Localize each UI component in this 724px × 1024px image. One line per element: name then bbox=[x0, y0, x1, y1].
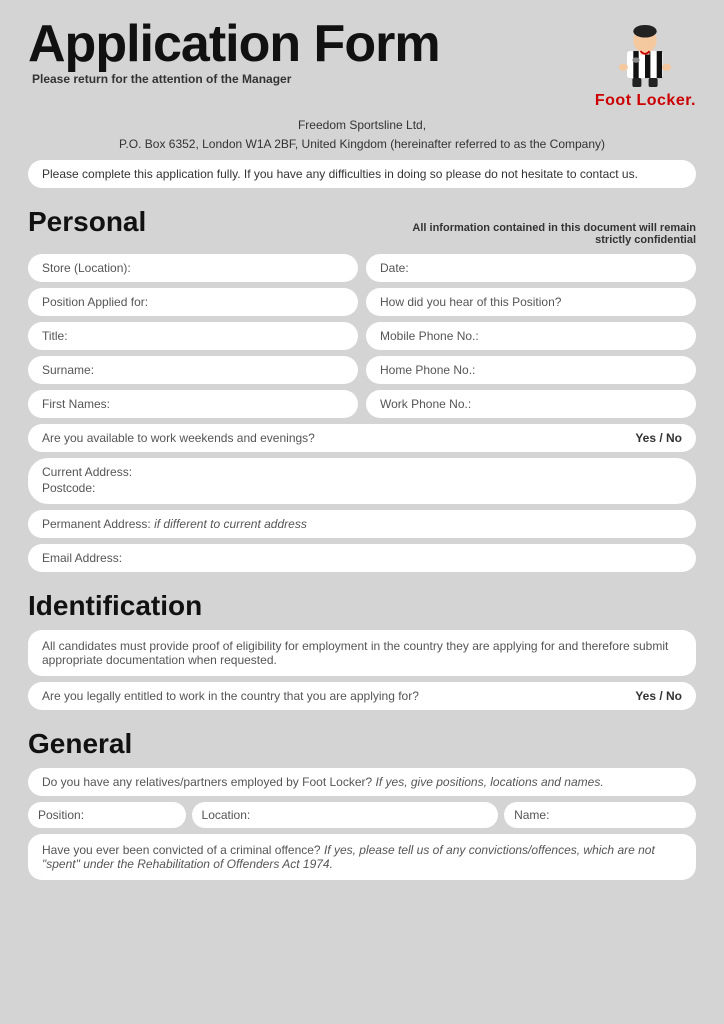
first-names-label: First Names: bbox=[42, 397, 110, 411]
surname-label: Surname: bbox=[42, 363, 94, 377]
legal-question: Are you legally entitled to work in the … bbox=[42, 689, 419, 703]
general-section: General Do you have any relatives/partne… bbox=[28, 728, 696, 880]
first-names-field[interactable]: First Names: bbox=[28, 390, 358, 418]
position-applied-label: Position Applied for: bbox=[42, 295, 148, 309]
identification-title: Identification bbox=[28, 590, 696, 622]
how-hear-label: How did you hear of this Position? bbox=[380, 295, 561, 309]
page: Application Form Please return for the a… bbox=[0, 0, 724, 1024]
foot-locker-logo-icon bbox=[609, 22, 681, 90]
header: Application Form Please return for the a… bbox=[28, 18, 696, 110]
firstname-workphone-row: First Names: Work Phone No.: bbox=[28, 390, 696, 418]
relatives-hint: If yes, give positions, locations and na… bbox=[376, 775, 604, 789]
surname-field[interactable]: Surname: bbox=[28, 356, 358, 384]
identification-section: Identification All candidates must provi… bbox=[28, 590, 696, 710]
email-label: Email Address: bbox=[42, 551, 122, 565]
pos-loc-name-row: Position: Location: Name: bbox=[28, 802, 696, 828]
home-phone-field[interactable]: Home Phone No.: bbox=[366, 356, 696, 384]
app-title: Application Form bbox=[28, 18, 440, 70]
header-left: Application Form Please return for the a… bbox=[28, 18, 440, 86]
weekends-yesno[interactable]: Yes / No bbox=[635, 431, 682, 445]
name-sub-label: Name: bbox=[514, 808, 549, 822]
position-hear-row: Position Applied for: How did you hear o… bbox=[28, 288, 696, 316]
position-sub-label: Position: bbox=[38, 808, 84, 822]
permanent-address-label: Permanent Address: bbox=[42, 517, 151, 531]
legal-yesno[interactable]: Yes / No bbox=[635, 689, 682, 703]
company-line1: Freedom Sportsline Ltd, bbox=[28, 116, 696, 135]
store-label: Store (Location): bbox=[42, 261, 131, 275]
logo-container: Foot Locker. bbox=[595, 22, 696, 110]
company-info: Freedom Sportsline Ltd, P.O. Box 6352, L… bbox=[28, 116, 696, 154]
conviction-question: Have you ever been convicted of a crimin… bbox=[42, 843, 321, 857]
home-phone-label: Home Phone No.: bbox=[380, 363, 475, 377]
location-sub-field[interactable]: Location: bbox=[192, 802, 499, 828]
work-phone-label: Work Phone No.: bbox=[380, 397, 471, 411]
store-field[interactable]: Store (Location): bbox=[28, 254, 358, 282]
permanent-address-hint: if different to current address bbox=[154, 517, 307, 531]
date-field[interactable]: Date: bbox=[366, 254, 696, 282]
legal-row[interactable]: Are you legally entitled to work in the … bbox=[28, 682, 696, 710]
store-date-row: Store (Location): Date: bbox=[28, 254, 696, 282]
relatives-field[interactable]: Do you have any relatives/partners emplo… bbox=[28, 768, 696, 796]
mobile-field[interactable]: Mobile Phone No.: bbox=[366, 322, 696, 350]
logo-text: Foot Locker. bbox=[595, 92, 696, 110]
personal-section-header: Personal All information contained in th… bbox=[28, 206, 696, 246]
surname-homephone-row: Surname: Home Phone No.: bbox=[28, 356, 696, 384]
weekends-question: Are you available to work weekends and e… bbox=[42, 431, 315, 445]
location-sub-label: Location: bbox=[202, 808, 251, 822]
personal-section: Personal All information contained in th… bbox=[28, 206, 696, 572]
personal-title: Personal bbox=[28, 206, 146, 238]
position-sub-field[interactable]: Position: bbox=[28, 802, 186, 828]
date-label: Date: bbox=[380, 261, 409, 275]
relatives-question: Do you have any relatives/partners emplo… bbox=[42, 775, 372, 789]
confidential-text: All information contained in this docume… bbox=[376, 222, 696, 246]
address-box[interactable]: Current Address: Postcode: bbox=[28, 458, 696, 504]
email-field[interactable]: Email Address: bbox=[28, 544, 696, 572]
weekends-row[interactable]: Are you available to work weekends and e… bbox=[28, 424, 696, 452]
mobile-label: Mobile Phone No.: bbox=[380, 329, 479, 343]
identification-notice: All candidates must provide proof of eli… bbox=[28, 630, 696, 676]
title-label: Title: bbox=[42, 329, 68, 343]
title-mobile-row: Title: Mobile Phone No.: bbox=[28, 322, 696, 350]
address-label: Current Address: bbox=[42, 465, 682, 479]
how-hear-field[interactable]: How did you hear of this Position? bbox=[366, 288, 696, 316]
permanent-address-field[interactable]: Permanent Address: if different to curre… bbox=[28, 510, 696, 538]
general-title: General bbox=[28, 728, 696, 760]
app-subtitle: Please return for the attention of the M… bbox=[32, 72, 440, 86]
work-phone-field[interactable]: Work Phone No.: bbox=[366, 390, 696, 418]
postcode-label: Postcode: bbox=[42, 481, 682, 495]
conviction-box[interactable]: Have you ever been convicted of a crimin… bbox=[28, 834, 696, 880]
title-field[interactable]: Title: bbox=[28, 322, 358, 350]
name-sub-field[interactable]: Name: bbox=[504, 802, 696, 828]
company-line2: P.O. Box 6352, London W1A 2BF, United Ki… bbox=[28, 135, 696, 154]
position-applied-field[interactable]: Position Applied for: bbox=[28, 288, 358, 316]
notice-box: Please complete this application fully. … bbox=[28, 160, 696, 188]
